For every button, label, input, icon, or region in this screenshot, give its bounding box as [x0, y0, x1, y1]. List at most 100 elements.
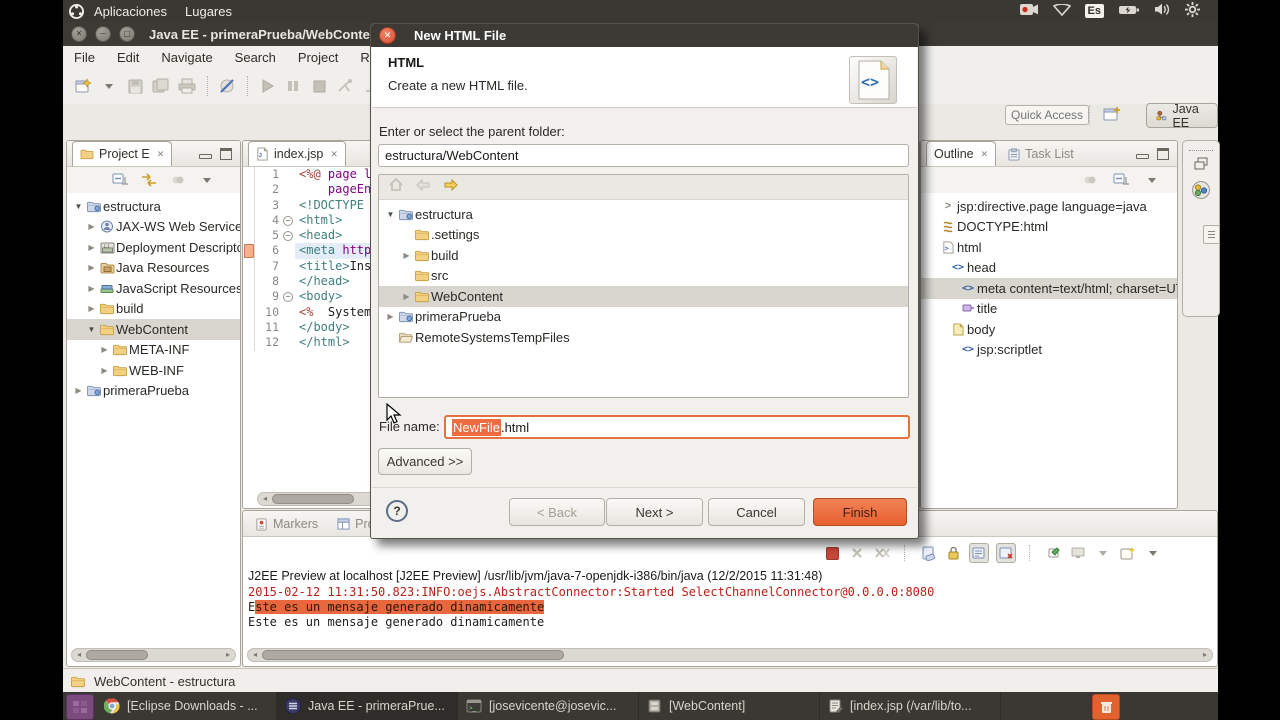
- menu-file[interactable]: File: [63, 50, 106, 65]
- ubuntu-logo-icon[interactable]: [69, 3, 84, 19]
- tree-expander-icon[interactable]: ▶: [98, 345, 111, 354]
- tree-expander-icon[interactable]: ▼: [85, 325, 98, 334]
- scroll-lock-icon[interactable]: [944, 544, 962, 562]
- keyboard-layout-indicator[interactable]: Es: [1084, 4, 1104, 18]
- menu-navigate[interactable]: Navigate: [150, 50, 223, 65]
- pexp-item-javascript-resources[interactable]: ▶ JavaScript Resources: [67, 278, 240, 299]
- parent-folder-input[interactable]: estructura/WebContent: [378, 144, 909, 167]
- outline-item-jsp-scriptlet[interactable]: <> jsp:scriptlet: [921, 340, 1177, 361]
- dialog-tree-item-webcontent[interactable]: ▶ WebContent: [379, 286, 908, 307]
- tree-expander-icon[interactable]: ▼: [72, 202, 85, 211]
- maximize-view-icon[interactable]: [220, 148, 232, 160]
- tab-close-icon[interactable]: ✕: [981, 149, 989, 160]
- taskbar-item-terminal[interactable]: >_ [josevicente@josevic...: [458, 692, 639, 720]
- wifi-icon[interactable]: [1052, 2, 1071, 19]
- help-button[interactable]: ?: [386, 500, 408, 522]
- minimize-view-icon[interactable]: [1136, 153, 1149, 159]
- battery-icon[interactable]: [1118, 4, 1140, 19]
- dialog-tree-item-src[interactable]: src: [379, 266, 908, 287]
- menu-lugares[interactable]: Lugares: [185, 4, 232, 19]
- outline-item-html[interactable]: > html: [921, 237, 1177, 258]
- dialog-tree-item-estructura[interactable]: ▼ estructura: [379, 204, 908, 225]
- advanced-button[interactable]: Advanced >>: [378, 448, 472, 475]
- maximize-view-icon[interactable]: [1157, 148, 1169, 160]
- taskbar-item-chrome[interactable]: [Eclipse Downloads - ...: [96, 692, 277, 720]
- workspace-switcher-icon[interactable]: [66, 694, 94, 720]
- tab-close-icon[interactable]: ✕: [330, 149, 338, 160]
- window-maximize-button[interactable]: ▢: [119, 26, 135, 42]
- tree-expander-icon[interactable]: ▼: [384, 210, 397, 219]
- screen-record-icon[interactable]: [1019, 3, 1039, 19]
- tree-expander-icon[interactable]: ▶: [85, 284, 98, 293]
- taskbar-item-eclipse[interactable]: Java EE - primeraPrue...: [277, 692, 458, 720]
- cancel-button[interactable]: Cancel: [708, 498, 805, 526]
- clear-console-icon[interactable]: [919, 544, 937, 562]
- menu-edit[interactable]: Edit: [106, 50, 150, 65]
- window-close-button[interactable]: ✕: [71, 26, 87, 42]
- tab-task-list[interactable]: Task List: [1001, 142, 1081, 166]
- menu-search[interactable]: Search: [224, 50, 287, 65]
- window-minimize-button[interactable]: ─: [95, 26, 111, 42]
- pexp-item-web-inf[interactable]: ▶ WEB-INF: [67, 360, 240, 381]
- word-wrap-icon[interactable]: [969, 543, 989, 563]
- volume-icon[interactable]: [1154, 3, 1171, 19]
- taskbar-item-gedit[interactable]: [index.jsp (/var/lib/to...: [820, 692, 1001, 720]
- outline-item-jsp-directive-page-language-java[interactable]: > jsp:directive.page language=java: [921, 196, 1177, 217]
- view-menu-icon[interactable]: [1141, 171, 1163, 189]
- tree-expander-icon[interactable]: ▶: [85, 304, 98, 313]
- back-button[interactable]: < Back: [509, 498, 605, 526]
- tree-expander-icon[interactable]: ▶: [384, 312, 397, 321]
- pin-console-icon[interactable]: [1044, 544, 1062, 562]
- pexp-item-meta-inf[interactable]: ▶ META-INF: [67, 340, 240, 361]
- servers-view-icon[interactable]: [1183, 180, 1219, 200]
- open-perspective-icon[interactable]: [1103, 106, 1122, 128]
- tree-expander-icon[interactable]: ▶: [72, 386, 85, 395]
- pexp-item-deployment-descriptor-estructura[interactable]: ▶ 1.1 Deployment Descriptor: estructura: [67, 237, 240, 258]
- new-dropdown-icon[interactable]: [97, 74, 121, 98]
- tree-expander-icon[interactable]: ▶: [400, 251, 413, 260]
- collapse-all-icon[interactable]: [109, 171, 131, 189]
- collapse-all-icon[interactable]: [1110, 171, 1132, 189]
- dialog-close-button[interactable]: ✕: [379, 27, 396, 44]
- open-console-icon[interactable]: [1119, 544, 1137, 562]
- settings-gear-icon[interactable]: [1185, 2, 1200, 20]
- pexp-item-build[interactable]: ▶ build: [67, 299, 240, 320]
- perspective-javaee-button[interactable]: Java EE: [1146, 102, 1218, 130]
- link-with-editor-icon[interactable]: [138, 171, 160, 189]
- fold-collapse-icon[interactable]: −: [282, 213, 295, 228]
- show-console-on-output-icon[interactable]: [996, 543, 1016, 563]
- dialog-tree-item-remotesystemstempfiles[interactable]: RemoteSystemsTempFiles: [379, 327, 908, 348]
- console-hscrollbar[interactable]: ◂ ▸: [247, 648, 1213, 662]
- taskbar-item-files[interactable]: [WebContent]: [639, 692, 820, 720]
- display-console-dropdown-icon[interactable]: [1094, 544, 1112, 562]
- next-button[interactable]: Next >: [606, 498, 703, 526]
- tree-expander-icon[interactable]: ▶: [400, 292, 413, 301]
- open-console-dropdown-icon[interactable]: [1144, 544, 1162, 562]
- pexp-item-java-resources[interactable]: ▶ Java Resources: [67, 258, 240, 279]
- menu-project[interactable]: Project: [287, 50, 349, 65]
- finish-button[interactable]: Finish: [813, 498, 907, 526]
- new-wizard-icon[interactable]: [71, 74, 95, 98]
- trash-icon[interactable]: [1092, 694, 1120, 720]
- outline-item-doctype-html[interactable]: DOCTYPE:html: [921, 217, 1177, 238]
- view-menu-icon[interactable]: [196, 171, 218, 189]
- file-name-input[interactable]: NewFile .html: [444, 415, 910, 439]
- outline-item-head[interactable]: <> head: [921, 258, 1177, 279]
- tree-expander-icon[interactable]: ▶: [85, 263, 98, 272]
- forward-arrow-icon[interactable]: [443, 178, 459, 196]
- tab-outline[interactable]: Outline ✕: [926, 141, 997, 166]
- tab-close-icon[interactable]: ✕: [157, 149, 165, 160]
- pexp-item-webcontent[interactable]: ▼ WebContent: [67, 319, 240, 340]
- project-explorer-hscrollbar[interactable]: ◂ ▸: [71, 648, 236, 662]
- tab-project-explorer[interactable]: Project E ✕: [72, 141, 173, 166]
- quick-access-input[interactable]: [1005, 105, 1089, 125]
- fold-collapse-icon[interactable]: −: [282, 289, 295, 304]
- tab-markers[interactable]: Markers: [248, 512, 325, 536]
- drag-handle[interactable]: [1189, 144, 1213, 151]
- console-output[interactable]: J2EE Preview at localhost [J2EE Preview]…: [243, 563, 1217, 652]
- tree-expander-icon[interactable]: ▶: [85, 243, 98, 252]
- dialog-tree-item-primeraprueba[interactable]: ▶ primeraPrueba: [379, 307, 908, 328]
- fast-view-menu-icon[interactable]: [1203, 225, 1220, 244]
- dialog-tree-item--settings[interactable]: .settings: [379, 225, 908, 246]
- tree-expander-icon[interactable]: ▶: [98, 366, 111, 375]
